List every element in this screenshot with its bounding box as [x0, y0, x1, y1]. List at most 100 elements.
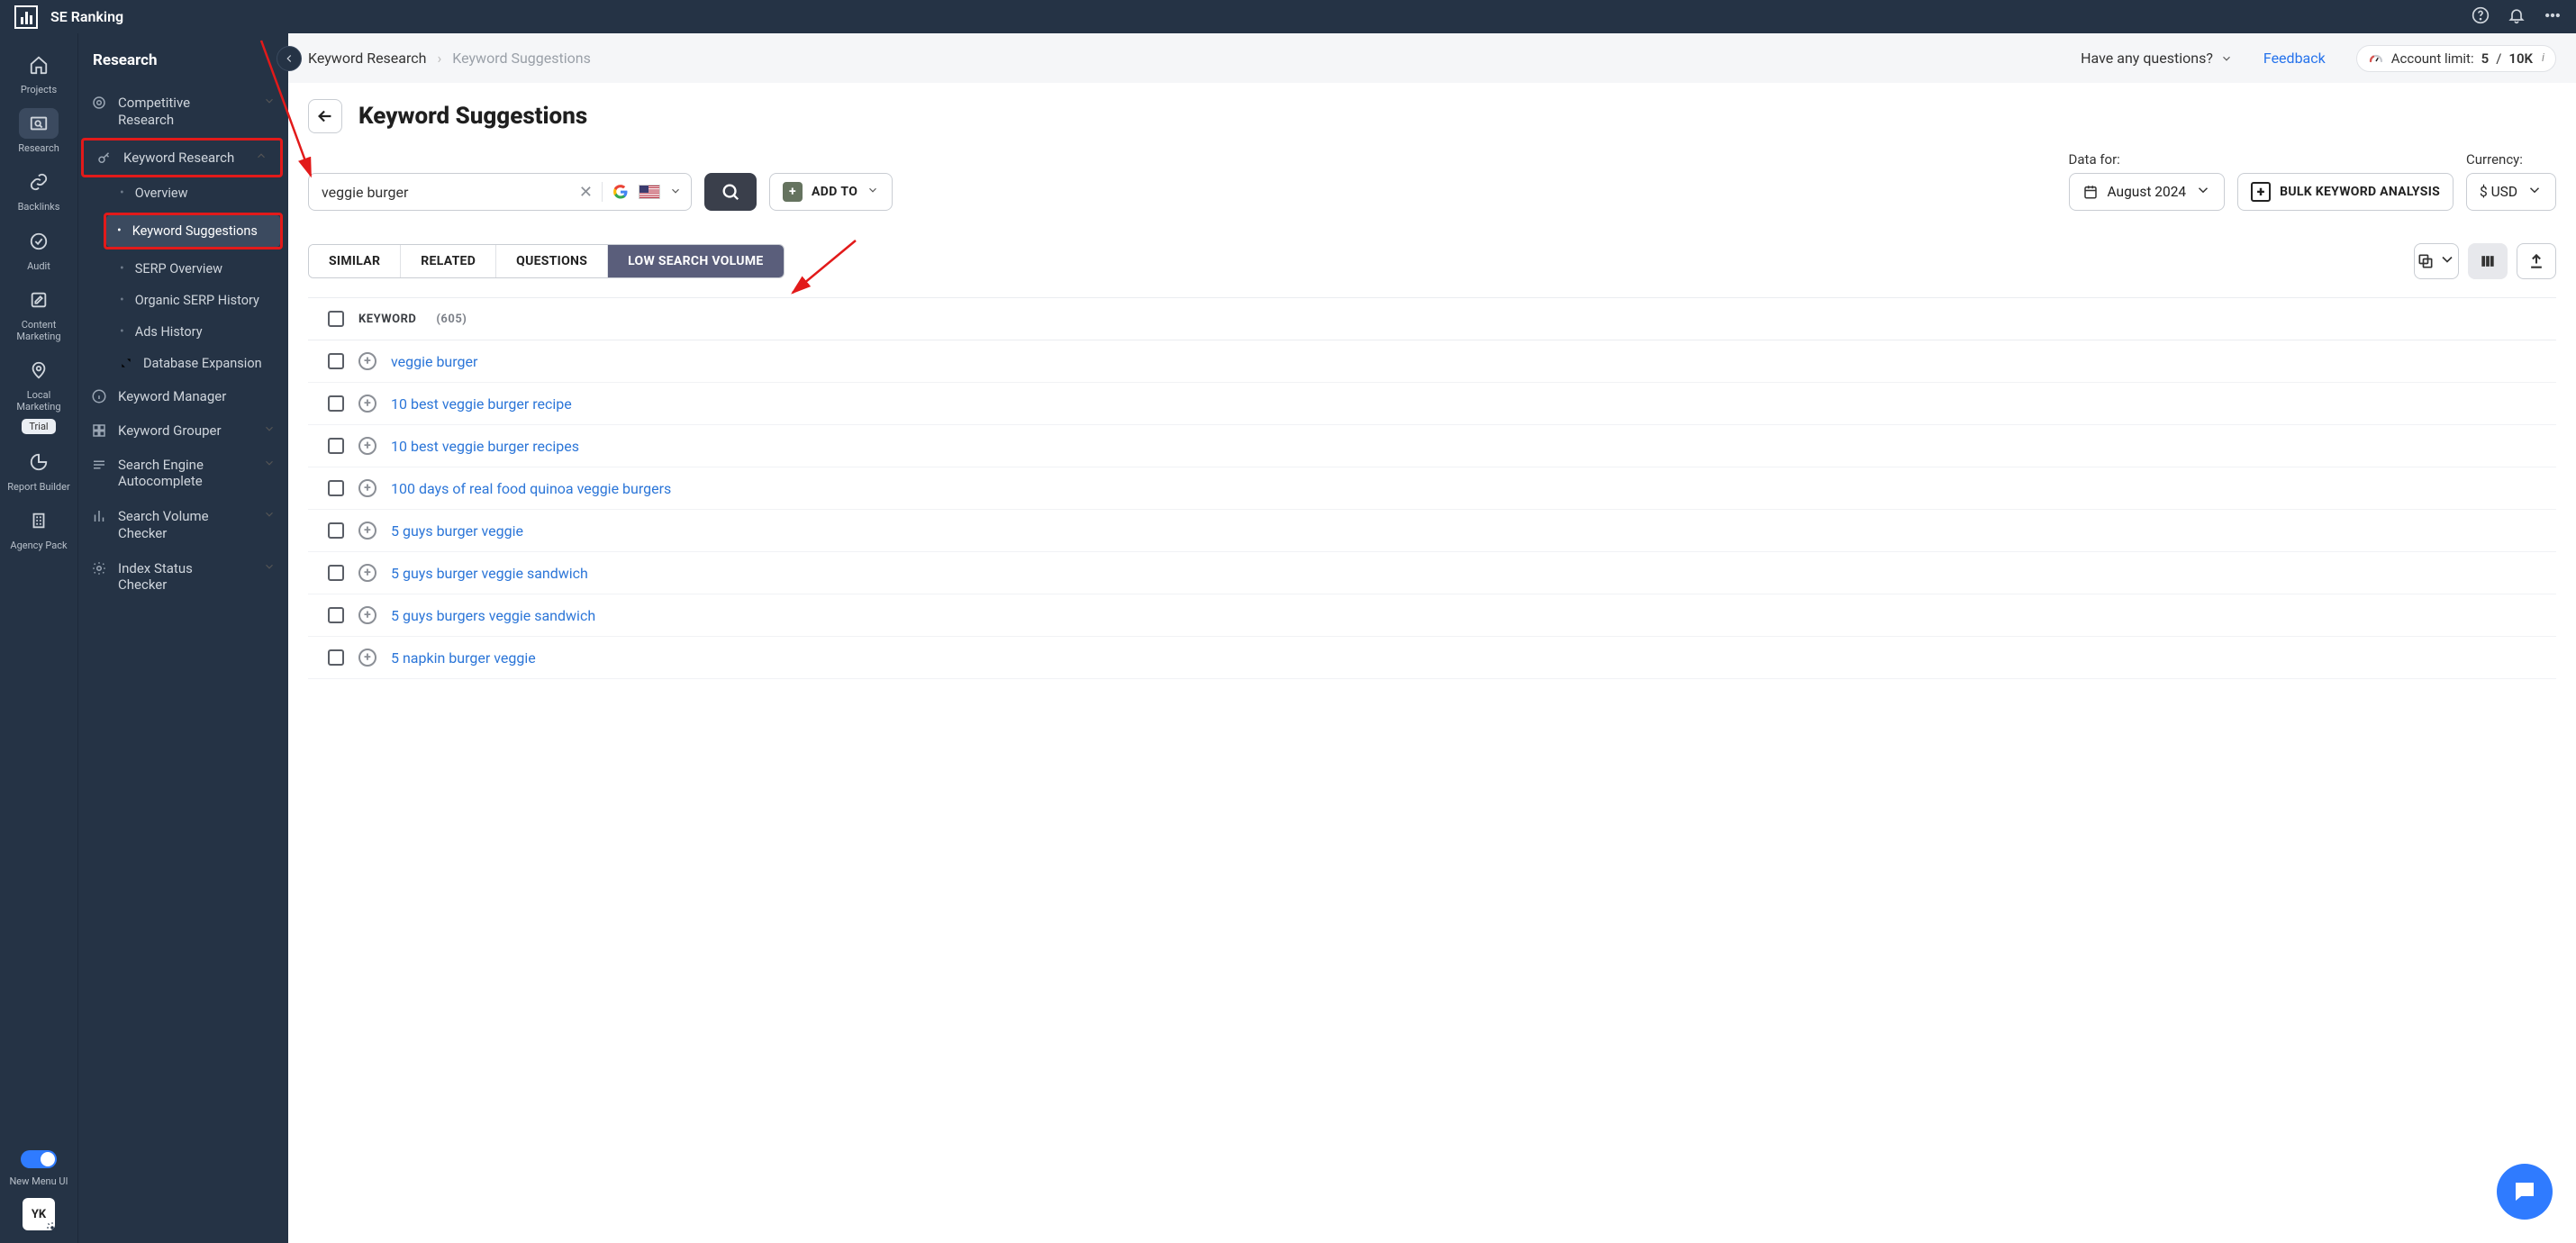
- back-button[interactable]: [308, 99, 342, 133]
- add-circle-icon[interactable]: +: [358, 352, 376, 370]
- pin-icon: [29, 360, 49, 380]
- row-checkbox[interactable]: [328, 438, 344, 454]
- rail-local-marketing[interactable]: Local Marketing Trial: [5, 348, 73, 439]
- keyword-link[interactable]: 5 guys burger veggie: [391, 522, 523, 540]
- keyword-search-input[interactable]: [322, 184, 570, 201]
- keyword-table: KEYWORD (605) + veggie burger +10 best veg…: [308, 297, 2556, 679]
- more-icon[interactable]: [2544, 6, 2562, 28]
- have-questions-dropdown[interactable]: Have any questions?: [2081, 50, 2233, 67]
- keyword-link[interactable]: 10 best veggie burger recipes: [391, 438, 579, 455]
- bell-icon[interactable]: [2508, 6, 2526, 28]
- avatar[interactable]: YK: [23, 1198, 55, 1230]
- tab-questions[interactable]: QUESTIONS: [496, 245, 608, 277]
- sidebar-item-search-engine-autocomplete[interactable]: Search Engine Autocomplete: [78, 448, 288, 500]
- date-picker[interactable]: August 2024: [2069, 173, 2226, 211]
- add-circle-icon[interactable]: +: [358, 437, 376, 455]
- keyword-link[interactable]: veggie burger: [391, 353, 477, 370]
- rail-projects[interactable]: Projects: [5, 42, 73, 101]
- collapse-sidebar-button[interactable]: [277, 46, 302, 71]
- add-circle-icon[interactable]: +: [358, 522, 376, 540]
- keyword-link[interactable]: 10 best veggie burger recipe: [391, 395, 572, 413]
- rail-agency-pack[interactable]: Agency Pack: [5, 498, 73, 557]
- sidebar-item-competitive-research[interactable]: Competitive Research: [78, 86, 288, 138]
- tab-related[interactable]: RELATED: [401, 245, 496, 277]
- sidebar-item-search-volume-checker[interactable]: Search Volume Checker: [78, 499, 288, 551]
- add-to-button[interactable]: + ADD TO: [769, 173, 893, 211]
- rail-report-builder[interactable]: Report Builder: [5, 440, 73, 498]
- rail-audit[interactable]: Audit: [5, 219, 73, 277]
- help-icon[interactable]: [2472, 6, 2490, 28]
- brand-logo-icon[interactable]: [14, 5, 38, 29]
- gear-icon: [91, 560, 107, 576]
- feedback-link[interactable]: Feedback: [2263, 50, 2326, 67]
- sidebar-sub-keyword-suggestions[interactable]: •Keyword Suggestions: [106, 215, 280, 247]
- grid-icon: [91, 422, 107, 439]
- keyword-link[interactable]: 5 napkin burger veggie: [391, 649, 536, 667]
- table-header: KEYWORD (605): [308, 298, 2556, 340]
- copy-button[interactable]: [2414, 243, 2459, 279]
- chat-fab[interactable]: [2497, 1164, 2553, 1220]
- sidebar-sub-overview[interactable]: •Overview: [109, 177, 288, 209]
- sidebar-item-index-status-checker[interactable]: Index Status Checker: [78, 551, 288, 603]
- sidebar-sub-keyword-research: •Overview •Keyword Suggestions •SERP Ove…: [78, 177, 288, 379]
- google-icon[interactable]: [612, 183, 630, 201]
- clear-icon[interactable]: ✕: [579, 183, 593, 202]
- row-checkbox[interactable]: [328, 607, 344, 623]
- row-checkbox[interactable]: [328, 565, 344, 581]
- select-all-checkbox[interactable]: [328, 311, 344, 327]
- table-row: +5 guys burger veggie: [308, 510, 2556, 552]
- keyword-link[interactable]: 100 days of real food quinoa veggie burg…: [391, 480, 671, 497]
- rail-menu-toggle[interactable]: New Menu UI: [5, 1143, 73, 1189]
- row-checkbox[interactable]: [328, 522, 344, 539]
- add-circle-icon[interactable]: +: [358, 606, 376, 624]
- upload-icon: [2527, 252, 2545, 270]
- calendar-icon: [2082, 184, 2099, 200]
- info-icon: i: [2542, 51, 2544, 65]
- sidebar-sub-organic-serp-history[interactable]: •Organic SERP History: [109, 285, 288, 316]
- column-header[interactable]: KEYWORD: [358, 313, 416, 326]
- export-button[interactable]: [2517, 243, 2556, 279]
- sidebar-sub-database-expansion[interactable]: Database Expansion: [109, 348, 288, 379]
- toggle-switch-icon[interactable]: [21, 1150, 57, 1168]
- add-circle-icon[interactable]: +: [358, 649, 376, 667]
- target-icon: [91, 95, 107, 111]
- rail-backlinks[interactable]: Backlinks: [5, 159, 73, 218]
- add-circle-icon[interactable]: +: [358, 395, 376, 413]
- keyword-link[interactable]: 5 guys burger veggie sandwich: [391, 565, 588, 582]
- expand-icon: [120, 357, 132, 369]
- sidebar-item-keyword-research[interactable]: Keyword Research: [84, 141, 280, 175]
- chevron-down-icon[interactable]: [669, 184, 682, 201]
- breadcrumb-row: Keyword Research › Keyword Suggestions H…: [288, 33, 2576, 83]
- chevron-up-icon: [255, 150, 268, 166]
- sidebar-item-keyword-manager[interactable]: Keyword Manager: [78, 379, 288, 413]
- rail-content-marketing[interactable]: Content Marketing: [5, 277, 73, 348]
- sidebar-item-keyword-grouper[interactable]: Keyword Grouper: [78, 413, 288, 448]
- columns-button[interactable]: [2468, 243, 2508, 279]
- currency-picker[interactable]: $ USD: [2466, 173, 2556, 211]
- avatar-initials: YK: [32, 1208, 46, 1221]
- brand-name: SE Ranking: [50, 8, 123, 25]
- tab-similar[interactable]: SIMILAR: [309, 245, 401, 277]
- tab-low-search-volume[interactable]: LOW SEARCH VOLUME: [608, 245, 783, 277]
- sidebar: Research Competitive Research Keyword Re…: [77, 33, 288, 1243]
- list-icon: [91, 457, 107, 473]
- row-checkbox[interactable]: [328, 649, 344, 666]
- row-checkbox[interactable]: [328, 480, 344, 496]
- breadcrumb[interactable]: Keyword Research: [308, 50, 426, 67]
- add-circle-icon[interactable]: +: [358, 564, 376, 582]
- keyword-link[interactable]: 5 guys burgers veggie sandwich: [391, 607, 595, 624]
- account-limit-pill[interactable]: Account limit: 5 / 10K i: [2356, 45, 2556, 72]
- table-row: +5 guys burgers veggie sandwich: [308, 594, 2556, 637]
- sidebar-sub-serp-overview[interactable]: •SERP Overview: [109, 253, 288, 285]
- bulk-analysis-button[interactable]: + BULK KEYWORD ANALYSIS: [2237, 173, 2454, 211]
- flag-us-icon[interactable]: [639, 185, 660, 199]
- search-button[interactable]: [704, 173, 757, 211]
- row-checkbox[interactable]: [328, 353, 344, 369]
- trial-badge: Trial: [22, 419, 55, 434]
- row-checkbox[interactable]: [328, 395, 344, 412]
- sidebar-sub-ads-history[interactable]: •Ads History: [109, 316, 288, 348]
- table-row: +5 guys burger veggie sandwich: [308, 552, 2556, 594]
- rail-research[interactable]: Research: [5, 101, 73, 159]
- main-content: Keyword Research › Keyword Suggestions H…: [288, 33, 2576, 1243]
- add-circle-icon[interactable]: +: [358, 479, 376, 497]
